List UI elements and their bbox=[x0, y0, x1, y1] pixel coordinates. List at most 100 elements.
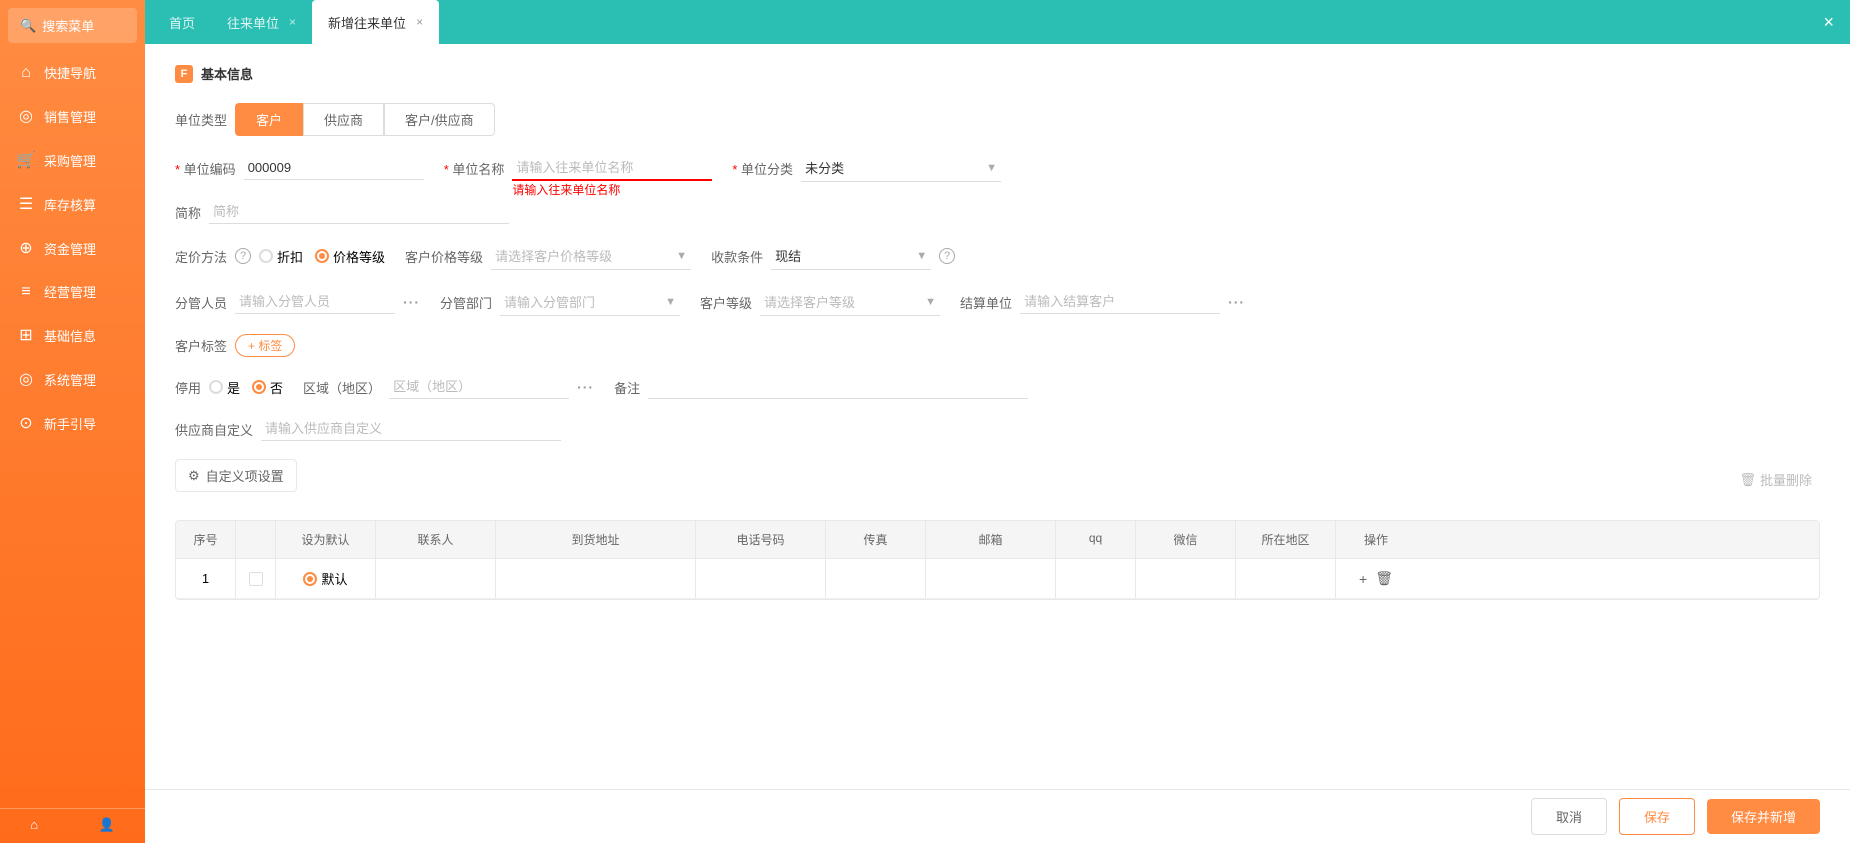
unit-type-btn-2[interactable]: 客户/供应商 bbox=[384, 103, 495, 136]
settlement-input[interactable] bbox=[1020, 290, 1220, 314]
tab-label-home: 首页 bbox=[169, 13, 195, 32]
customize-settings-button[interactable]: ⚙ 自定义项设置 bbox=[175, 459, 297, 492]
pricing-help-icon[interactable]: ? bbox=[235, 248, 251, 264]
unit-name-input[interactable] bbox=[512, 156, 712, 181]
sidebar-label-operations: 经营管理 bbox=[44, 282, 96, 301]
sidebar-item-inventory[interactable]: ☰库存核算 bbox=[0, 182, 145, 226]
shortname-input[interactable] bbox=[209, 200, 509, 224]
department-select[interactable]: 请输入分管部门 ▼ bbox=[500, 288, 680, 316]
customer-price-group: 客户价格等级 请选择客户价格等级 ▼ bbox=[405, 242, 691, 270]
cell-contact-input-0[interactable] bbox=[389, 572, 482, 586]
payment-terms-help-icon[interactable]: ? bbox=[939, 248, 955, 264]
remark-group: 备注 bbox=[614, 375, 1028, 399]
sidebar-item-base[interactable]: ⊞基础信息 bbox=[0, 313, 145, 357]
manager-group: 分管人员 ··· bbox=[175, 290, 420, 314]
tab-new-partner[interactable]: 新增往来单位 × bbox=[312, 0, 439, 44]
tab-partners[interactable]: 往来单位 × bbox=[211, 0, 312, 44]
pricing-radio-discount[interactable]: 折扣 bbox=[259, 247, 303, 266]
manager-more[interactable]: ··· bbox=[403, 294, 420, 310]
th-default: 设为默认 bbox=[276, 521, 376, 558]
tab-home[interactable]: 首页 bbox=[153, 0, 211, 44]
region-more[interactable]: ··· bbox=[577, 379, 594, 395]
pricing-radio-level-circle bbox=[315, 249, 329, 263]
disabled-no[interactable]: 否 bbox=[252, 378, 283, 397]
tab-label-new-partner: 新增往来单位 bbox=[328, 13, 406, 32]
save-and-new-button[interactable]: 保存并新增 bbox=[1707, 799, 1820, 834]
sidebar-item-operations[interactable]: ≡ 经营管理 bbox=[0, 270, 145, 313]
pricing-radio-discount-label: 折扣 bbox=[277, 247, 303, 266]
remark-input[interactable] bbox=[648, 375, 1028, 399]
shortname-group: 简称 bbox=[175, 200, 509, 224]
cell-phone-input-0[interactable] bbox=[710, 572, 812, 586]
tag-group: 客户标签 + 标签 bbox=[175, 334, 295, 357]
department-label: 分管部门 bbox=[440, 293, 492, 312]
shortname-row: 简称 bbox=[175, 200, 1820, 224]
search-menu[interactable]: 🔍 搜索菜单 bbox=[8, 8, 137, 43]
customer-price-select[interactable]: 请选择客户价格等级 ▼ bbox=[491, 242, 691, 270]
cell-fax-input-0[interactable] bbox=[838, 572, 913, 586]
disabled-label: 停用 bbox=[175, 378, 201, 397]
region-group: 区域（地区） ··· bbox=[303, 375, 594, 399]
disabled-yes-circle bbox=[209, 380, 223, 394]
add-row-icon-0[interactable]: + bbox=[1359, 571, 1367, 587]
region-label: 区域（地区） bbox=[303, 378, 381, 397]
tab-close-partners[interactable]: × bbox=[289, 15, 296, 29]
region-input[interactable] bbox=[389, 375, 569, 399]
tab-close-new-partner[interactable]: × bbox=[416, 15, 423, 29]
sidebar-item-system[interactable]: ◎系统管理 bbox=[0, 357, 145, 401]
cell-default-0[interactable]: 默认 bbox=[303, 569, 347, 588]
settlement-more[interactable]: ··· bbox=[1228, 294, 1245, 310]
sidebar-item-purchase[interactable]: 🛒采购管理 bbox=[0, 138, 145, 182]
sidebar-label-system: 系统管理 bbox=[44, 370, 96, 389]
customer-level-arrow: ▼ bbox=[925, 296, 936, 308]
th-wechat: 微信 bbox=[1136, 521, 1236, 558]
bottom-action-bar: 取消 保存 保存并新增 bbox=[145, 789, 1850, 843]
th-check bbox=[236, 521, 276, 558]
th-address: 到货地址 bbox=[496, 521, 696, 558]
user-bottom-icon[interactable]: 👤 bbox=[99, 817, 115, 833]
unit-type-buttons: 客户供应商客户/供应商 bbox=[235, 103, 495, 136]
cell-wechat-input-0[interactable] bbox=[1148, 572, 1223, 586]
disabled-yes[interactable]: 是 bbox=[209, 378, 240, 397]
contact-table: 序号设为默认联系人到货地址电话号码传真邮箱qq微信所在地区操作 1默认+🗑 bbox=[175, 520, 1820, 600]
cancel-button[interactable]: 取消 bbox=[1531, 798, 1607, 835]
customer-level-select[interactable]: 请选择客户等级 ▼ bbox=[760, 288, 940, 316]
save-button[interactable]: 保存 bbox=[1619, 798, 1695, 835]
sidebar-item-quick-nav[interactable]: ⌂快捷导航 bbox=[0, 51, 145, 94]
sidebar-icon-operations: ≡ bbox=[16, 283, 36, 301]
sidebar-icon-inventory: ☰ bbox=[16, 194, 36, 214]
sidebar-item-sales[interactable]: ◎销售管理 bbox=[0, 94, 145, 138]
pricing-radio-level[interactable]: 价格等级 bbox=[315, 247, 385, 266]
delete-row-icon-0[interactable]: 🗑 bbox=[1375, 570, 1393, 587]
unit-category-label: 单位分类 bbox=[732, 159, 793, 178]
unit-type-btn-1[interactable]: 供应商 bbox=[303, 103, 384, 136]
cell-check-0[interactable] bbox=[249, 572, 263, 586]
customer-price-arrow: ▼ bbox=[676, 250, 687, 262]
customer-level-placeholder: 请选择客户等级 bbox=[764, 292, 921, 311]
unit-name-error: 请输入往来单位名称 bbox=[512, 181, 620, 198]
customer-level-label: 客户等级 bbox=[700, 293, 752, 312]
unit-category-value: 未分类 bbox=[805, 158, 982, 177]
cell-region-input-0[interactable] bbox=[1248, 572, 1323, 586]
unit-category-select[interactable]: 未分类 ▼ bbox=[801, 154, 1001, 182]
manager-input[interactable] bbox=[235, 290, 395, 314]
global-close-button[interactable]: × bbox=[1815, 12, 1842, 33]
batch-delete-button[interactable]: 🗑 批量删除 bbox=[1731, 466, 1820, 493]
unit-type-btn-0[interactable]: 客户 bbox=[235, 103, 303, 136]
sidebar-item-finance[interactable]: ⊕资金管理 bbox=[0, 226, 145, 270]
payment-terms-select[interactable]: 现结 ▼ bbox=[771, 242, 931, 270]
cell-qq-input-0[interactable] bbox=[1067, 572, 1124, 586]
home-bottom-icon[interactable]: ⌂ bbox=[30, 817, 38, 833]
disabled-no-label: 否 bbox=[270, 378, 283, 397]
supplier-custom-input[interactable] bbox=[261, 417, 561, 441]
tab-label-partners: 往来单位 bbox=[227, 13, 279, 32]
th-email: 邮箱 bbox=[926, 521, 1056, 558]
unit-code-input[interactable] bbox=[244, 156, 424, 180]
th-qq: qq bbox=[1056, 521, 1136, 558]
batch-delete-label: 批量删除 bbox=[1760, 470, 1812, 489]
cell-address-input-0[interactable] bbox=[513, 572, 678, 586]
sidebar-item-guide[interactable]: ⊙新手引导 bbox=[0, 401, 145, 445]
add-tag-button[interactable]: + 标签 bbox=[235, 334, 295, 357]
sidebar-label-quick-nav: 快捷导航 bbox=[44, 63, 96, 82]
cell-email-input-0[interactable] bbox=[940, 572, 1042, 586]
